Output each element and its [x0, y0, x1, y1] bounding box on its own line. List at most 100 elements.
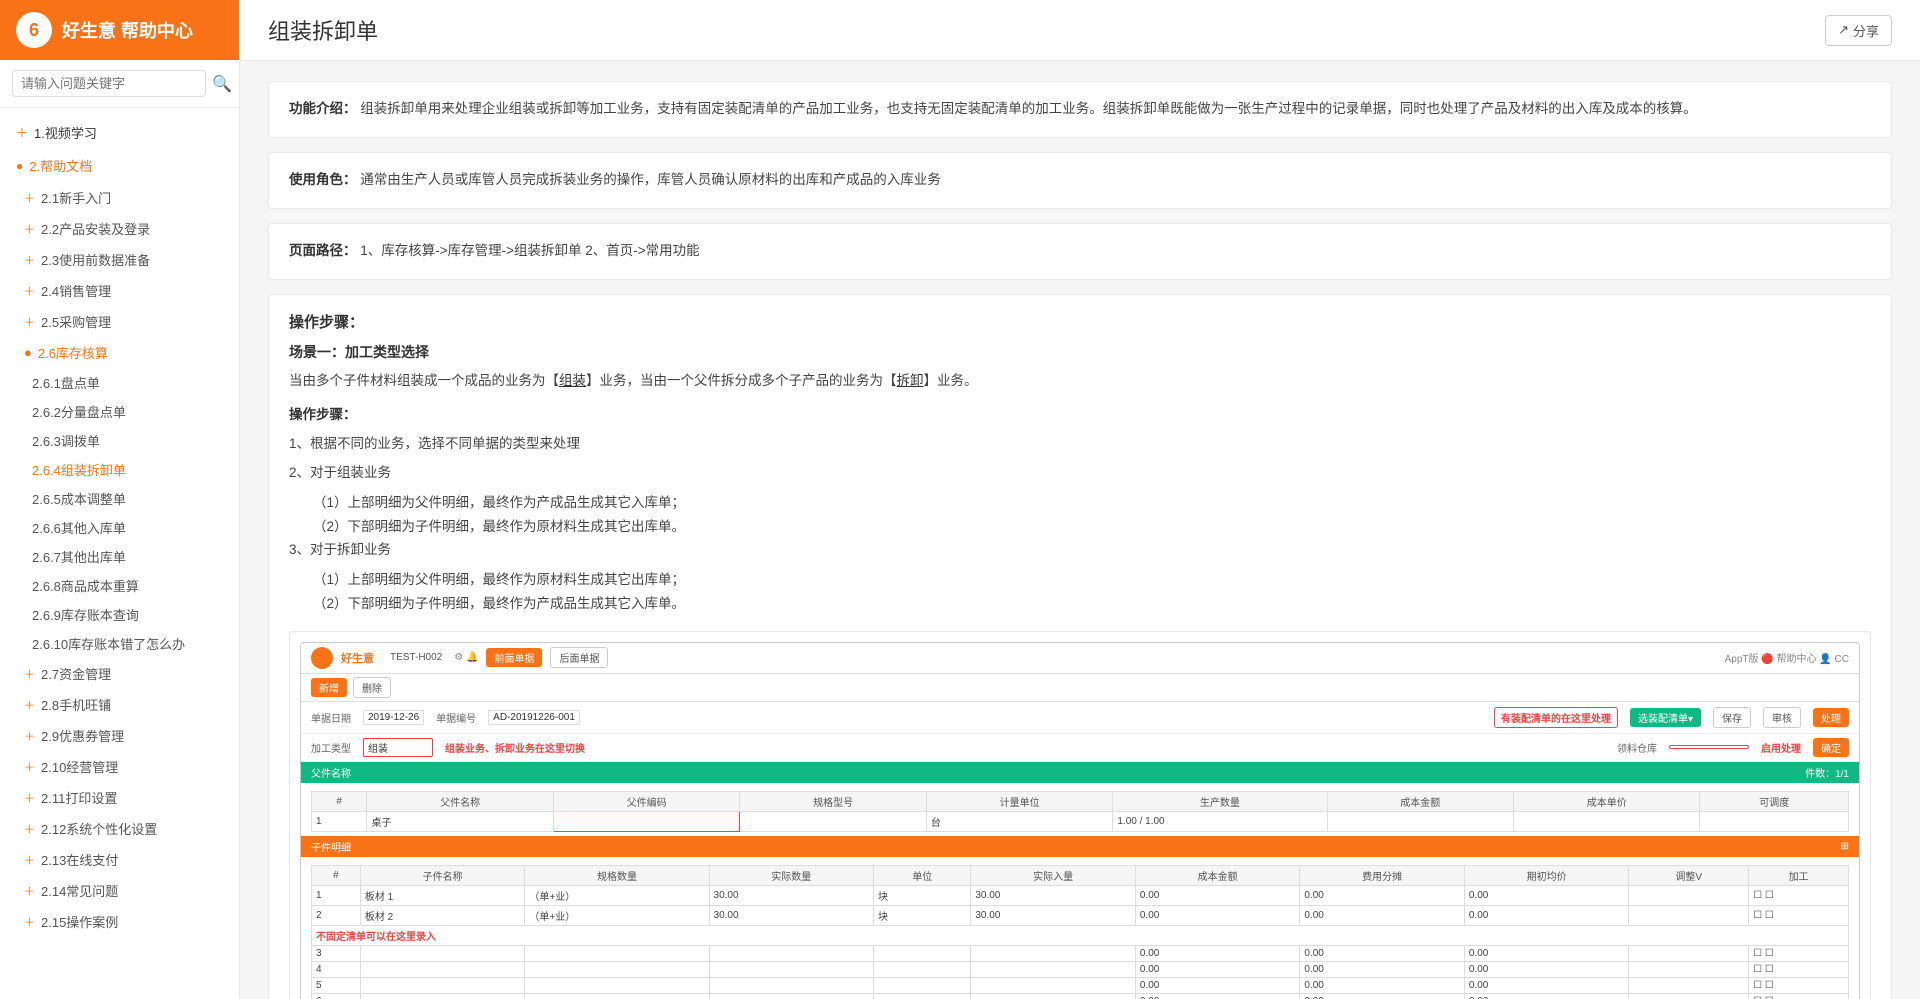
sidebar-item-2-14[interactable]: ＋ 2.14常见问题 [0, 875, 239, 906]
mock-lcol-cost3: 期初均价 [1464, 865, 1629, 885]
sidebar-leaf-2-6-9[interactable]: 2.6.9库存账本查询 [0, 600, 239, 629]
mock-col-fname: 父件名称 [367, 791, 553, 811]
mock-lcell-unit-1: 块 [874, 885, 971, 905]
mock-lcol-sname: 子件名称 [360, 865, 525, 885]
table-row: 30.000.000.00☐ ☐ [312, 945, 1849, 961]
mock-lcell-adj-2 [1629, 905, 1749, 925]
mock-code-label: 单据编号 [436, 710, 476, 725]
sidebar-item-help-docs[interactable]: ● 2.帮助文档 [0, 149, 239, 182]
mock-lower-header: 子件明细 ⊞ [301, 836, 1859, 857]
mock-lcol-no: # [312, 865, 361, 885]
plus-icon: ＋ [24, 221, 35, 237]
screenshot-wrapper: 好生意 TEST-H002 ⚙ 🔔 前面单据 后面单据 AppT版 🔴 帮助中心… [289, 631, 1871, 999]
sidebar-leaf-2-6-1[interactable]: 2.6.1盘点单 [0, 368, 239, 397]
mock-code-value: AD-20191226-001 [488, 710, 580, 725]
plus-icon: ＋ [24, 666, 35, 682]
sidebar-item-2-13[interactable]: ＋ 2.13在线支付 [0, 844, 239, 875]
table-row: 40.000.000.00☐ ☐ [312, 961, 1849, 977]
mock-next-btn[interactable]: 后面单据 [550, 647, 608, 668]
path-card: 页面路径： 1、库存核算->库存管理->组装拆卸单 2、首页->常用功能 [268, 223, 1892, 280]
mock-lcell-avg-2: 0.00 [1464, 905, 1629, 925]
mock-brand: 好生意 [341, 650, 374, 666]
sidebar-item-2-11[interactable]: ＋ 2.11打印设置 [0, 782, 239, 813]
mock-type-row: 加工类型 组装 组装业务、拆卸业务在这里切换 领料仓库 启用处理 确定 [301, 734, 1859, 762]
mock-lcol-unit: 单位 [874, 865, 971, 885]
sidebar-leaf-2-6-2[interactable]: 2.6.2分量盘点单 [0, 397, 239, 426]
sidebar-leaf-2-6-6[interactable]: 2.6.6其他入库单 [0, 513, 239, 542]
mock-new-btn[interactable]: 新增 [311, 678, 347, 697]
sidebar-item-2-6[interactable]: ● 2.6库存核算 [0, 337, 239, 368]
mock-lower-icon: ⊞ [1841, 841, 1849, 852]
sidebar-item-2-10[interactable]: ＋ 2.10经营管理 [0, 751, 239, 782]
scene1-title: 场景一：加工类型选择 [289, 342, 1871, 362]
mock-lcell-fee-1: 0.00 [1300, 885, 1465, 905]
steps-card: 操作步骤： 场景一：加工类型选择 当由多个子件材料组装成一个成品的业务为【组装】… [268, 294, 1892, 999]
mock-lcol-qty2: 实际数量 [709, 865, 874, 885]
mock-lcell-cost-1: 0.00 [1135, 885, 1300, 905]
mock-upper-qty: 件数：1/1 [1805, 765, 1849, 780]
sidebar-item-2-5[interactable]: ＋ 2.5采购管理 [0, 306, 239, 337]
sidebar-item-2-4[interactable]: ＋ 2.4销售管理 [0, 275, 239, 306]
mock-cell-no: 1 [312, 811, 367, 831]
mock-lcell-qty1-2: （单+业） [525, 905, 709, 925]
sidebar-leaf-2-6-8[interactable]: 2.6.8商品成本重算 [0, 571, 239, 600]
sidebar-leaf-2-6-4[interactable]: 2.6.4组装拆卸单 [0, 455, 239, 484]
mock-lcell-name-1: 板材 1 [360, 885, 525, 905]
mock-col-avail: 可调度 [1700, 791, 1849, 811]
mock-lcol-qty1: 规格数量 [525, 865, 709, 885]
mock-lower-table: # 子件名称 规格数量 实际数量 单位 实际入量 成本金额 费用分摊 期初均价 [311, 865, 1849, 999]
main-area: 组装拆卸单 ↗ 分享 功能介绍： 组装拆卸单用来处理企业组装或拆卸等加工业务，支… [240, 0, 1920, 999]
sidebar-item-video-learning[interactable]: ＋ 1.视频学习 [0, 116, 239, 149]
sidebar-item-2-9[interactable]: ＋ 2.9优惠券管理 [0, 720, 239, 751]
sidebar-item-2-1[interactable]: ＋ 2.1新手入门 [0, 182, 239, 213]
sidebar-item-2-2[interactable]: ＋ 2.2产品安装及登录 [0, 213, 239, 244]
mock-lower-table-wrapper: # 子件名称 规格数量 实际数量 单位 实际入量 成本金额 费用分摊 期初均价 [301, 857, 1859, 999]
mock-cell-fcode [553, 811, 739, 831]
mock-audit-btn[interactable]: 审核 [1763, 707, 1801, 728]
mock-lcell-avg-1: 0.00 [1464, 885, 1629, 905]
mock-lcol-in: 实际入量 [971, 865, 1136, 885]
inline-text-disassemble: 拆卸 [897, 373, 924, 388]
step-3: 3、对于拆卸业务 [289, 539, 1871, 562]
mock-process-btn[interactable]: 处理 [1813, 708, 1849, 727]
mock-date-value: 2019-12-26 [363, 710, 424, 725]
main-body: 功能介绍： 组装拆卸单用来处理企业组装或拆卸等加工业务，支持有固定装配清单的产品… [240, 61, 1920, 999]
inline-text-assemble: 组装 [559, 373, 586, 388]
mock-prev-btn[interactable]: 前面单据 [486, 648, 542, 667]
sidebar-item-2-15[interactable]: ＋ 2.15操作案例 [0, 906, 239, 937]
sidebar-logo: 6 [16, 12, 52, 48]
plus-icon: ＋ [24, 728, 35, 744]
sidebar-brand-name: 好生意 帮助中心 [62, 17, 193, 43]
mock-lcell-unit-2: 块 [874, 905, 971, 925]
sidebar-item-2-3[interactable]: ＋ 2.3使用前数据准备 [0, 244, 239, 275]
callout-left-bottom: 组装业务、拆卸业务在这里切换 [445, 740, 585, 755]
sidebar-item-2-12[interactable]: ＋ 2.12系统个性化设置 [0, 813, 239, 844]
sidebar-leaf-2-6-5[interactable]: 2.6.5成本调整单 [0, 484, 239, 513]
table-row: 1 板材 1 （单+业） 30.00 块 30.00 0.00 0.00 0.0… [312, 885, 1849, 905]
role-label: 使用角色： [289, 172, 357, 187]
mock-lcell-cost-2: 0.00 [1135, 905, 1300, 925]
role-card: 使用角色： 通常由生产人员或库管人员完成拆装业务的操作，库管人员确认原材料的出库… [268, 152, 1892, 209]
mock-cell-spec [740, 811, 926, 831]
sidebar-leaf-2-6-7[interactable]: 2.6.7其他出库单 [0, 542, 239, 571]
mock-lcol-cost2: 费用分摊 [1300, 865, 1465, 885]
mock-callout-btn[interactable]: 选装配清单▾ [1630, 708, 1701, 727]
mock-del-btn[interactable]: 删除 [353, 677, 391, 698]
sidebar-item-2-7[interactable]: ＋ 2.7资金管理 [0, 658, 239, 689]
search-input[interactable] [12, 70, 206, 97]
mock-confirm-btn[interactable]: 确定 [1813, 738, 1849, 757]
mock-save-btn[interactable]: 保存 [1713, 707, 1751, 728]
mock-lcell-in-2: 30.00 [971, 905, 1136, 925]
mock-col-unit: 计量单位 [926, 791, 1112, 811]
table-row: 2 板材 2 （单+业） 30.00 块 30.00 0.00 0.00 0.0… [312, 905, 1849, 925]
sidebar-leaf-2-6-10[interactable]: 2.6.10库存账本错了怎么办 [0, 629, 239, 658]
mock-col-fcode: 父件编码 [553, 791, 739, 811]
nav-section-1: ＋ 1.视频学习 [0, 116, 239, 149]
callout-right-bottom: 启用处理 [1761, 740, 1801, 755]
search-button[interactable]: 🔍 [212, 74, 232, 94]
sidebar-item-2-8[interactable]: ＋ 2.8手机旺铺 [0, 689, 239, 720]
sidebar-leaf-2-6-3[interactable]: 2.6.3调拨单 [0, 426, 239, 455]
share-button[interactable]: ↗ 分享 [1825, 15, 1892, 46]
mock-col-uprice: 成本单价 [1513, 791, 1699, 811]
mock-upper-table-wrapper: # 父件名称 父件编码 规格型号 计量单位 生产数量 成本金额 成本单价 可调度 [301, 783, 1859, 836]
